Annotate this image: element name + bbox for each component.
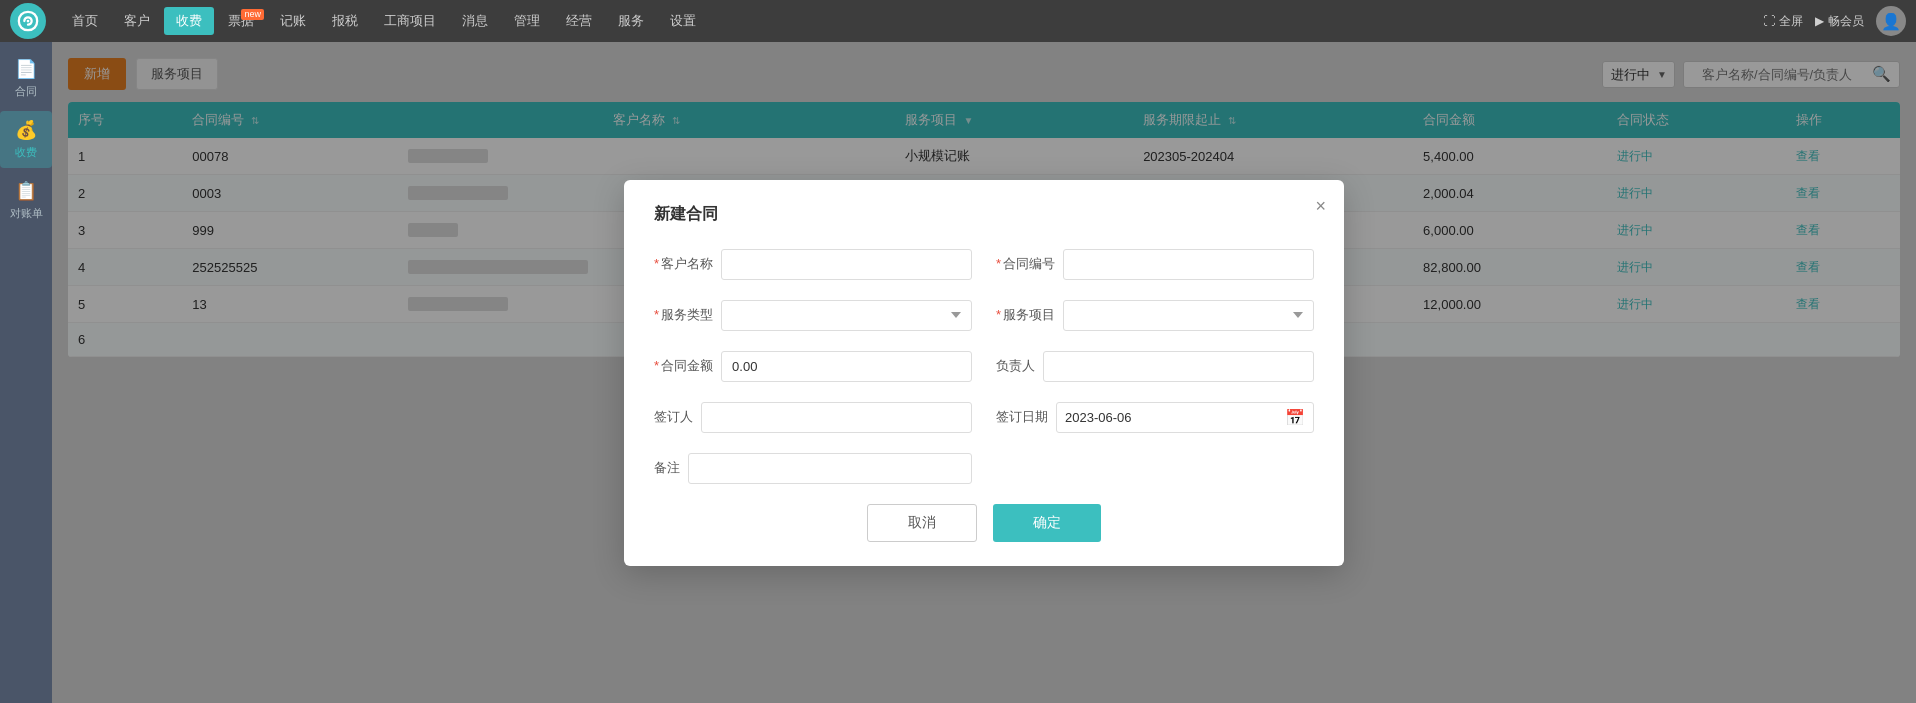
nav-services[interactable]: 服务 xyxy=(606,7,656,35)
nav-menu: 首页 客户 收费 票据 new 记账 报税 工商项目 消息 管理 经营 服务 设… xyxy=(60,7,1763,35)
contract-no-label: *合同编号 xyxy=(996,255,1055,273)
responsible-label: 负责人 xyxy=(996,357,1035,375)
app-logo xyxy=(10,3,46,39)
form-row-5: 备注 xyxy=(654,453,1314,484)
required-star-2: * xyxy=(996,256,1001,271)
contract-no-input[interactable] xyxy=(1063,249,1314,280)
modal-close-button[interactable]: × xyxy=(1315,196,1326,217)
member-button[interactable]: ▶ 畅会员 xyxy=(1815,13,1864,30)
sidebar-item-reconciliation[interactable]: 📋 对账单 xyxy=(0,172,52,229)
main-content: 📄 合同 💰 收费 📋 对账单 新增 服务项目 进行中 已完成 已终止 xyxy=(0,42,1916,703)
sign-date-wrapper: 📅 xyxy=(1056,402,1314,433)
nav-business[interactable]: 工商项目 xyxy=(372,7,448,35)
svg-point-0 xyxy=(27,20,30,23)
nav-invoice[interactable]: 票据 new xyxy=(216,7,266,35)
signer-input[interactable] xyxy=(701,402,972,433)
new-badge: new xyxy=(241,9,264,20)
modal-title: 新建合同 xyxy=(654,204,1314,225)
form-group-contract-no: *合同编号 xyxy=(996,249,1314,280)
signer-label: 签订人 xyxy=(654,408,693,426)
remark-label: 备注 xyxy=(654,459,680,477)
sign-date-input[interactable] xyxy=(1065,403,1279,432)
billing-icon: 💰 xyxy=(15,119,37,141)
form-group-service-type: *服务类型 xyxy=(654,300,972,331)
form-group-signer: 签订人 xyxy=(654,402,972,433)
form-row-3: *合同金额 负责人 xyxy=(654,351,1314,382)
nav-settings[interactable]: 设置 xyxy=(658,7,708,35)
form-group-remark: 备注 xyxy=(654,453,972,484)
calendar-icon[interactable]: 📅 xyxy=(1285,408,1305,427)
top-navigation: 首页 客户 收费 票据 new 记账 报税 工商项目 消息 管理 经营 服务 设… xyxy=(0,0,1916,42)
form-group-responsible: 负责人 xyxy=(996,351,1314,382)
nav-messages[interactable]: 消息 xyxy=(450,7,500,35)
amount-input[interactable] xyxy=(721,351,972,382)
service-type-wrapper xyxy=(721,300,972,331)
customer-name-input[interactable] xyxy=(721,249,972,280)
form-group-sign-date: 签订日期 📅 xyxy=(996,402,1314,433)
service-type-select[interactable] xyxy=(721,300,972,331)
new-contract-modal: × 新建合同 *客户名称 *合同编号 xyxy=(624,180,1344,566)
nav-management[interactable]: 管理 xyxy=(502,7,552,35)
amount-label: *合同金额 xyxy=(654,357,713,375)
form-group-amount: *合同金额 xyxy=(654,351,972,382)
service-type-label: *服务类型 xyxy=(654,306,713,324)
nav-billing[interactable]: 收费 xyxy=(164,7,214,35)
sign-date-label: 签订日期 xyxy=(996,408,1048,426)
sidebar: 📄 合同 💰 收费 📋 对账单 xyxy=(0,42,52,703)
nav-operations[interactable]: 经营 xyxy=(554,7,604,35)
contract-icon: 📄 xyxy=(15,58,37,80)
required-star-5: * xyxy=(654,358,659,373)
fullscreen-icon: ⛶ xyxy=(1763,14,1775,28)
page-content: 新增 服务项目 进行中 已完成 已终止 ▼ 🔍 xyxy=(52,42,1916,703)
form-row-4: 签订人 签订日期 📅 xyxy=(654,402,1314,433)
service-project-select[interactable] xyxy=(1063,300,1314,331)
form-group-customer: *客户名称 xyxy=(654,249,972,280)
form-row-1: *客户名称 *合同编号 xyxy=(654,249,1314,280)
cancel-button[interactable]: 取消 xyxy=(867,504,977,542)
remark-input[interactable] xyxy=(688,453,972,484)
required-star: * xyxy=(654,256,659,271)
play-icon: ▶ xyxy=(1815,14,1824,28)
required-star-4: * xyxy=(996,307,1001,322)
nav-customer[interactable]: 客户 xyxy=(112,7,162,35)
nav-accounting[interactable]: 记账 xyxy=(268,7,318,35)
form-row-2: *服务类型 *服务项目 xyxy=(654,300,1314,331)
responsible-input[interactable] xyxy=(1043,351,1314,382)
sidebar-item-billing[interactable]: 💰 收费 xyxy=(0,111,52,168)
modal-footer: 取消 确定 xyxy=(654,504,1314,542)
modal-overlay: × 新建合同 *客户名称 *合同编号 xyxy=(52,42,1916,703)
nav-right-area: ⛶ 全屏 ▶ 畅会员 👤 xyxy=(1763,6,1906,36)
service-project-wrapper xyxy=(1063,300,1314,331)
sidebar-item-contract[interactable]: 📄 合同 xyxy=(0,50,52,107)
customer-name-label: *客户名称 xyxy=(654,255,713,273)
form-group-service-project: *服务项目 xyxy=(996,300,1314,331)
reconciliation-icon: 📋 xyxy=(15,180,37,202)
confirm-button[interactable]: 确定 xyxy=(993,504,1101,542)
service-project-form-label: *服务项目 xyxy=(996,306,1055,324)
user-avatar[interactable]: 👤 xyxy=(1876,6,1906,36)
nav-home[interactable]: 首页 xyxy=(60,7,110,35)
nav-tax[interactable]: 报税 xyxy=(320,7,370,35)
required-star-3: * xyxy=(654,307,659,322)
fullscreen-button[interactable]: ⛶ 全屏 xyxy=(1763,13,1803,30)
